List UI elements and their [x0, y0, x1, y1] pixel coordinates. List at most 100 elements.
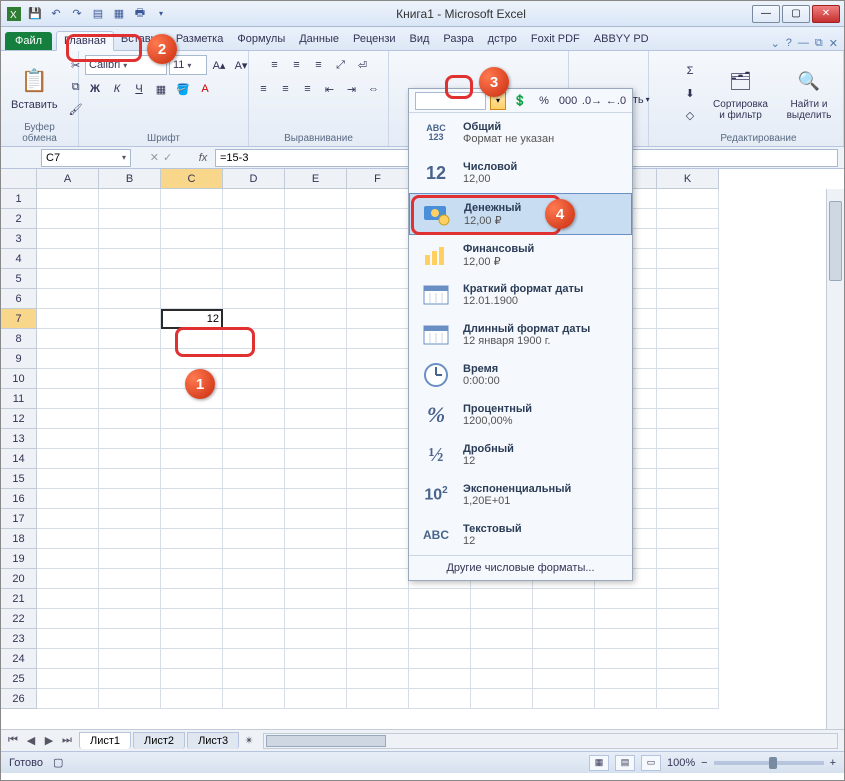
cell[interactable]	[161, 689, 223, 709]
cell[interactable]	[99, 649, 161, 669]
cell[interactable]	[99, 629, 161, 649]
mdi-close-icon[interactable]: ✕	[829, 37, 838, 50]
save-icon[interactable]: 💾	[26, 5, 44, 23]
ribbon-tab-4[interactable]: Данные	[292, 30, 346, 50]
first-sheet-icon[interactable]: ⏮	[5, 733, 21, 749]
align-left-icon[interactable]: ≡	[254, 79, 274, 99]
cell[interactable]	[657, 549, 719, 569]
cell[interactable]	[285, 669, 347, 689]
sheet-tab[interactable]: Лист2	[133, 732, 185, 749]
cell[interactable]	[347, 589, 409, 609]
cell[interactable]	[409, 629, 471, 649]
row-header[interactable]: 19	[1, 549, 37, 569]
cell[interactable]	[37, 589, 99, 609]
cell[interactable]	[595, 689, 657, 709]
ribbon-tab-6[interactable]: Вид	[403, 30, 437, 50]
column-header[interactable]: D	[223, 169, 285, 189]
row-header[interactable]: 26	[1, 689, 37, 709]
ribbon-tab-10[interactable]: ABBYY PD	[587, 30, 656, 50]
row-header[interactable]: 6	[1, 289, 37, 309]
cell[interactable]	[37, 689, 99, 709]
cancel-icon[interactable]: ✕	[150, 151, 159, 164]
cell[interactable]	[99, 249, 161, 269]
ribbon-tab-0[interactable]: Главная	[56, 31, 114, 51]
row-header[interactable]: 22	[1, 609, 37, 629]
cell[interactable]	[99, 369, 161, 389]
cell[interactable]	[223, 549, 285, 569]
cell[interactable]	[533, 669, 595, 689]
cell[interactable]	[285, 489, 347, 509]
cell[interactable]	[657, 289, 719, 309]
cell[interactable]	[409, 589, 471, 609]
row-header[interactable]: 9	[1, 349, 37, 369]
cell[interactable]	[347, 309, 409, 329]
cell[interactable]	[223, 349, 285, 369]
cell[interactable]	[285, 589, 347, 609]
cell[interactable]	[37, 309, 99, 329]
ribbon-tab-7[interactable]: Разра	[436, 30, 480, 50]
cell[interactable]	[595, 609, 657, 629]
cell[interactable]	[657, 189, 719, 209]
cell[interactable]	[99, 349, 161, 369]
cell[interactable]	[223, 269, 285, 289]
cell[interactable]	[223, 389, 285, 409]
sort-filter-button[interactable]: 🗂 Сортировка и фильтр	[708, 63, 773, 123]
cell[interactable]	[595, 629, 657, 649]
cell[interactable]	[347, 389, 409, 409]
cell[interactable]	[471, 669, 533, 689]
currency-icon[interactable]: 💲	[510, 92, 530, 110]
cell[interactable]	[657, 449, 719, 469]
cell[interactable]	[409, 669, 471, 689]
macro-record-icon[interactable]: ▢	[53, 756, 63, 769]
cell[interactable]	[223, 369, 285, 389]
cell[interactable]	[223, 649, 285, 669]
cell[interactable]	[285, 269, 347, 289]
cell[interactable]	[285, 409, 347, 429]
cell[interactable]	[657, 249, 719, 269]
row-header[interactable]: 12	[1, 409, 37, 429]
row-header[interactable]: 3	[1, 229, 37, 249]
cell[interactable]	[409, 649, 471, 669]
cell[interactable]	[285, 189, 347, 209]
cell[interactable]	[99, 609, 161, 629]
number-format-item-общий[interactable]: ABC123ОбщийФормат не указан	[409, 113, 632, 153]
enter-icon[interactable]: ✓	[163, 151, 172, 164]
maximize-button[interactable]: ▢	[782, 5, 810, 23]
cell[interactable]	[409, 609, 471, 629]
page-break-view-icon[interactable]: ▭	[641, 755, 661, 771]
row-header[interactable]: 8	[1, 329, 37, 349]
font-color-icon[interactable]: A	[195, 79, 215, 99]
cell[interactable]	[347, 229, 409, 249]
sheet-tab[interactable]: Лист3	[187, 732, 239, 749]
name-box[interactable]: C7▾	[41, 149, 131, 167]
cell[interactable]	[37, 489, 99, 509]
cell[interactable]	[657, 409, 719, 429]
cell[interactable]	[471, 649, 533, 669]
number-format-field[interactable]	[415, 92, 486, 110]
cell[interactable]	[37, 189, 99, 209]
window-restore-icon[interactable]: —	[798, 37, 809, 50]
cell[interactable]	[409, 689, 471, 709]
cell[interactable]	[161, 669, 223, 689]
row-header[interactable]: 13	[1, 429, 37, 449]
cell[interactable]	[533, 609, 595, 629]
cell[interactable]	[223, 449, 285, 469]
cell[interactable]	[161, 409, 223, 429]
number-format-item-экспоненциальный[interactable]: 102Экспоненциальный1,20E+01	[409, 475, 632, 515]
normal-view-icon[interactable]: ▦	[589, 755, 609, 771]
next-sheet-icon[interactable]: ▶	[41, 733, 57, 749]
row-header[interactable]: 24	[1, 649, 37, 669]
cell[interactable]	[347, 529, 409, 549]
cell[interactable]	[223, 629, 285, 649]
ribbon-tab-9[interactable]: Foxit PDF	[524, 30, 587, 50]
font-name-combo[interactable]: Calibri▾	[85, 55, 167, 75]
column-header[interactable]: K	[657, 169, 719, 189]
cell[interactable]	[347, 349, 409, 369]
cell[interactable]	[285, 289, 347, 309]
cell[interactable]	[223, 609, 285, 629]
cell[interactable]	[99, 429, 161, 449]
cell[interactable]	[347, 489, 409, 509]
cell[interactable]	[471, 629, 533, 649]
align-center-icon[interactable]: ≡	[276, 79, 296, 99]
column-header[interactable]: E	[285, 169, 347, 189]
